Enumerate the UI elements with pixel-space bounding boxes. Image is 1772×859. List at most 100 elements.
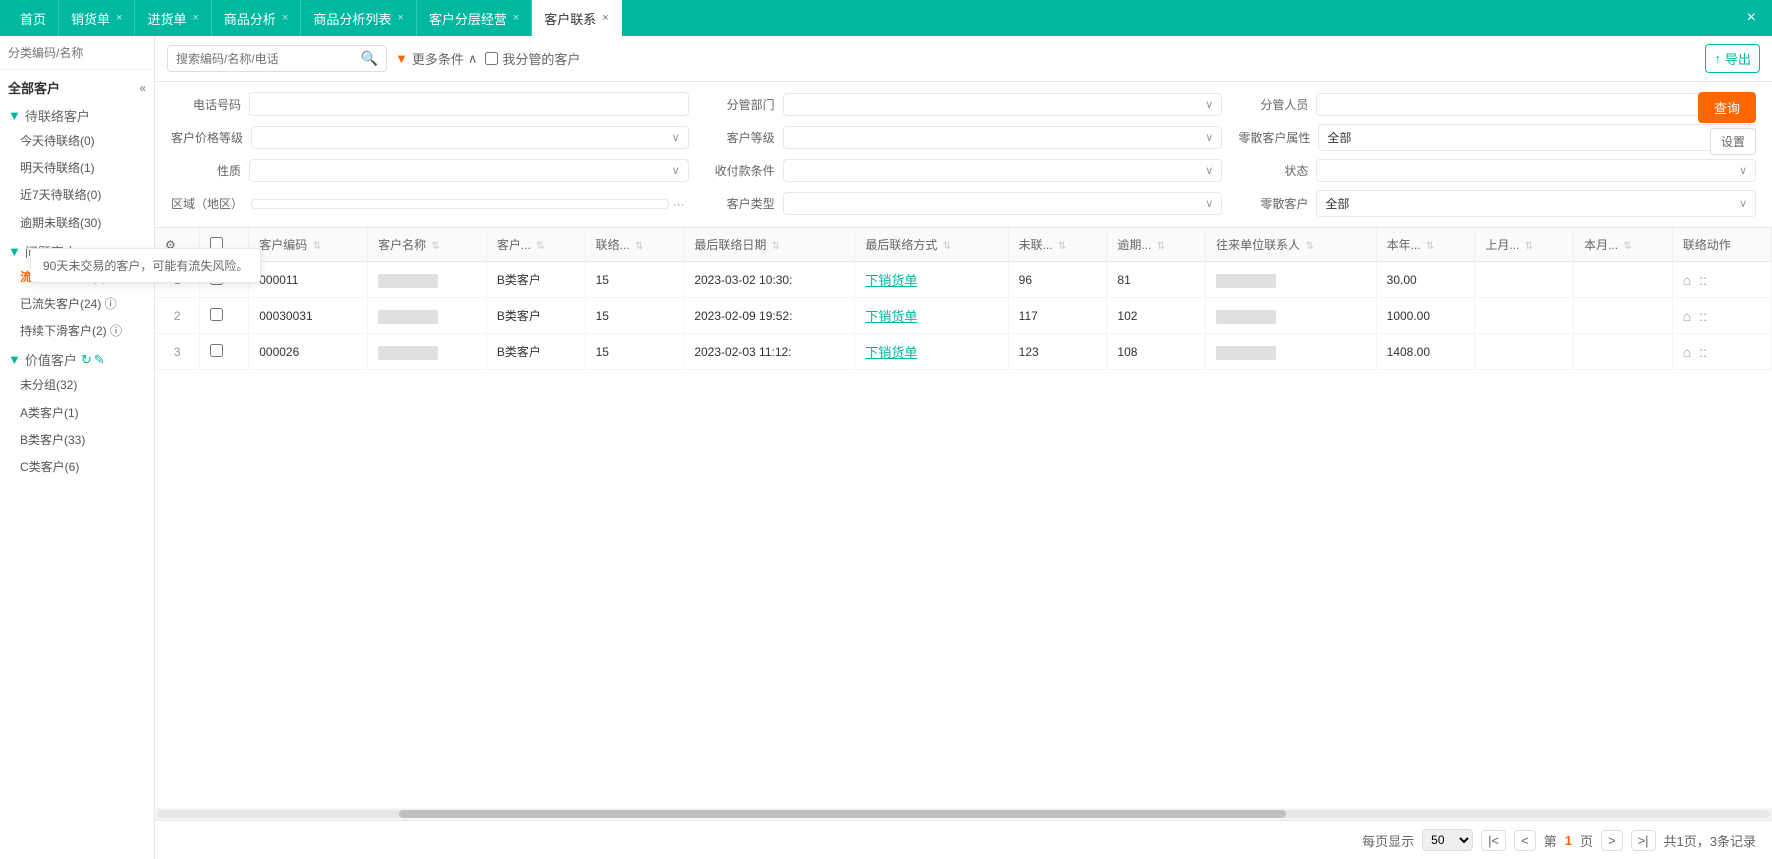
filter-manager-select[interactable]: ∨ — [1316, 93, 1736, 116]
filter-customer-level-select[interactable]: ∨ — [783, 126, 1223, 149]
close-goods-list-tab[interactable]: × — [397, 12, 403, 24]
main-search-input[interactable] — [176, 52, 361, 66]
last-page-button[interactable]: >| — [1631, 830, 1656, 851]
refresh-icon[interactable]: ↻ — [81, 352, 92, 368]
nav-home[interactable]: 首页 — [8, 0, 59, 36]
sidebar-item-today[interactable]: 今天待联络(0) — [0, 128, 154, 155]
th-overdue[interactable]: 逾期... ⇅ — [1107, 228, 1206, 262]
all-customers-header[interactable]: 全部客户 « — [0, 70, 154, 101]
cell-last-date: 2023-03-02 10:30: — [684, 262, 855, 298]
cell-code: 000011 — [249, 262, 368, 298]
action-link-icon[interactable]: ⌂ — [1683, 272, 1691, 288]
main-search-icon[interactable]: 🔍 — [361, 50, 378, 67]
action-menu-icon[interactable]: :: — [1699, 272, 1707, 288]
sidebar-item-tomorrow[interactable]: 明天待联络(1) — [0, 155, 154, 182]
close-purchase-tab[interactable]: × — [192, 12, 198, 24]
export-button[interactable]: ↑ 导出 — [1705, 44, 1760, 73]
current-page-number: 1 — [1565, 833, 1572, 848]
th-contact-person[interactable]: 往来单位联系人 ⇅ — [1206, 228, 1377, 262]
filter-dept-select[interactable]: ∨ — [783, 93, 1223, 116]
th-last-date[interactable]: 最后联络日期 ⇅ — [684, 228, 855, 262]
close-sales-tab[interactable]: × — [116, 12, 122, 24]
cell-name — [368, 298, 487, 334]
nav-sales[interactable]: 销货单 × — [59, 0, 135, 36]
sidebar-item-7days[interactable]: 近7天待联络(0) — [0, 182, 154, 209]
filter-customer-type-select[interactable]: ∨ — [783, 192, 1223, 215]
all-customers-label: 全部客户 — [8, 78, 60, 97]
next-page-button[interactable]: > — [1601, 830, 1623, 851]
cell-overdue: 81 — [1107, 262, 1206, 298]
filter-retail-attr-select[interactable]: 全部 ∨ — [1318, 124, 1756, 151]
close-customer-contact-tab[interactable]: × — [602, 12, 608, 24]
th-code[interactable]: 客户编码 ⇅ — [249, 228, 368, 262]
nav-customer-layer[interactable]: 客户分层经营 × — [417, 0, 532, 36]
th-name[interactable]: 客户名称 ⇅ — [368, 228, 487, 262]
th-last-method[interactable]: 最后联络方式 ⇅ — [855, 228, 1008, 262]
cell-name — [368, 334, 487, 370]
filter-region-more[interactable]: ··· — [669, 197, 689, 211]
sidebar-item-b-class[interactable]: B类客户(33) — [0, 427, 154, 454]
th-no-contact[interactable]: 未联... ⇅ — [1008, 228, 1107, 262]
my-customers-checkbox-label[interactable]: 我分管的客户 — [485, 49, 580, 68]
row-checkbox-2[interactable] — [210, 344, 223, 357]
search-box[interactable]: 🔍 — [167, 45, 387, 72]
my-customers-checkbox[interactable] — [485, 52, 498, 65]
sidebar-item-a-class[interactable]: A类客户(1) — [0, 400, 154, 427]
sidebar-search-input[interactable] — [8, 46, 155, 60]
section-value-customers[interactable]: ▼ 价值客户 ↻ ✎ — [0, 345, 154, 372]
prev-page-button[interactable]: < — [1514, 830, 1536, 851]
cell-checkbox[interactable] — [200, 298, 249, 334]
th-this-year[interactable]: 本年... ⇅ — [1376, 228, 1475, 262]
action-menu-icon[interactable]: :: — [1699, 344, 1707, 360]
th-last-month[interactable]: 上月... ⇅ — [1475, 228, 1574, 262]
filter-customer-level-label: 客户等级 — [705, 129, 775, 146]
nav-goods-analysis[interactable]: 商品分析 × — [212, 0, 301, 36]
filter-price-level-select[interactable]: ∨ — [251, 126, 689, 149]
filter-nature-select[interactable]: ∨ — [249, 159, 689, 182]
nav-customer-contact[interactable]: 客户联系 × — [532, 0, 621, 36]
sidebar-item-c-class[interactable]: C类客户(6) — [0, 454, 154, 481]
filter-payment-select[interactable]: ∨ — [783, 159, 1223, 182]
sidebar-item-ungrouped[interactable]: 未分组(32) — [0, 372, 154, 399]
table-row: 1 000011 B类客户 15 2023-03-02 10:30: 下销货单 … — [155, 262, 1772, 298]
filter-status-select[interactable]: ∨ — [1316, 159, 1756, 182]
th-this-month[interactable]: 本月... ⇅ — [1574, 228, 1673, 262]
cell-last-method[interactable]: 下销货单 — [855, 298, 1008, 334]
scroll-thumb[interactable] — [399, 810, 1286, 818]
action-link-icon[interactable]: ⌂ — [1683, 344, 1691, 360]
window-close-button[interactable]: × — [1739, 9, 1764, 27]
filter-phone-input[interactable] — [249, 92, 689, 116]
filter-retail-attr-label: 零散客户属性 — [1238, 129, 1310, 146]
nav-goods-list[interactable]: 商品分析列表 × — [301, 0, 416, 36]
edit-icon[interactable]: ✎ — [94, 352, 105, 368]
row-checkbox-1[interactable] — [210, 308, 223, 321]
filter-retail-customer-select[interactable]: 全部 ∨ — [1316, 190, 1756, 217]
close-customer-layer-tab[interactable]: × — [513, 12, 519, 24]
sidebar-item-declining[interactable]: 持续下滑客户(2) ⓘ — [0, 318, 154, 345]
settings-button[interactable]: 设置 — [1710, 128, 1756, 155]
nav-purchase[interactable]: 进货单 × — [135, 0, 211, 36]
sidebar-item-overdue[interactable]: 逾期未联络(30) — [0, 210, 154, 237]
close-goods-analysis-tab[interactable]: × — [282, 12, 288, 24]
more-filters-button[interactable]: ▼ 更多条件 ∧ — [395, 49, 477, 68]
per-page-select[interactable]: 50 100 200 — [1422, 829, 1473, 851]
cell-checkbox[interactable] — [200, 334, 249, 370]
action-link-icon[interactable]: ⌂ — [1683, 308, 1691, 324]
sidebar-search-box[interactable]: 🔍 — [0, 36, 154, 70]
section-pending-contact[interactable]: ▼ 待联络客户 — [0, 101, 154, 128]
sidebar-item-churned[interactable]: 已流失客户(24) ⓘ — [0, 291, 154, 318]
query-button[interactable]: 查询 — [1698, 92, 1756, 123]
filter-region-select[interactable] — [251, 199, 669, 209]
cell-index: 2 — [155, 298, 200, 334]
filter-customer-type: 客户类型 ∨ — [705, 192, 1223, 215]
filter-price-level-label: 客户价格等级 — [171, 129, 243, 146]
arrow-icon-problem: ▼ — [8, 244, 21, 259]
first-page-button[interactable]: |< — [1481, 830, 1506, 851]
cell-last-method[interactable]: 下销货单 — [855, 262, 1008, 298]
action-menu-icon[interactable]: :: — [1699, 308, 1707, 324]
horizontal-scrollbar[interactable] — [155, 808, 1772, 820]
cell-last-method[interactable]: 下销货单 — [855, 334, 1008, 370]
chevron-down-icon-4: ∨ — [1205, 131, 1213, 144]
th-type[interactable]: 客户... ⇅ — [486, 228, 585, 262]
th-contact[interactable]: 联络... ⇅ — [585, 228, 684, 262]
